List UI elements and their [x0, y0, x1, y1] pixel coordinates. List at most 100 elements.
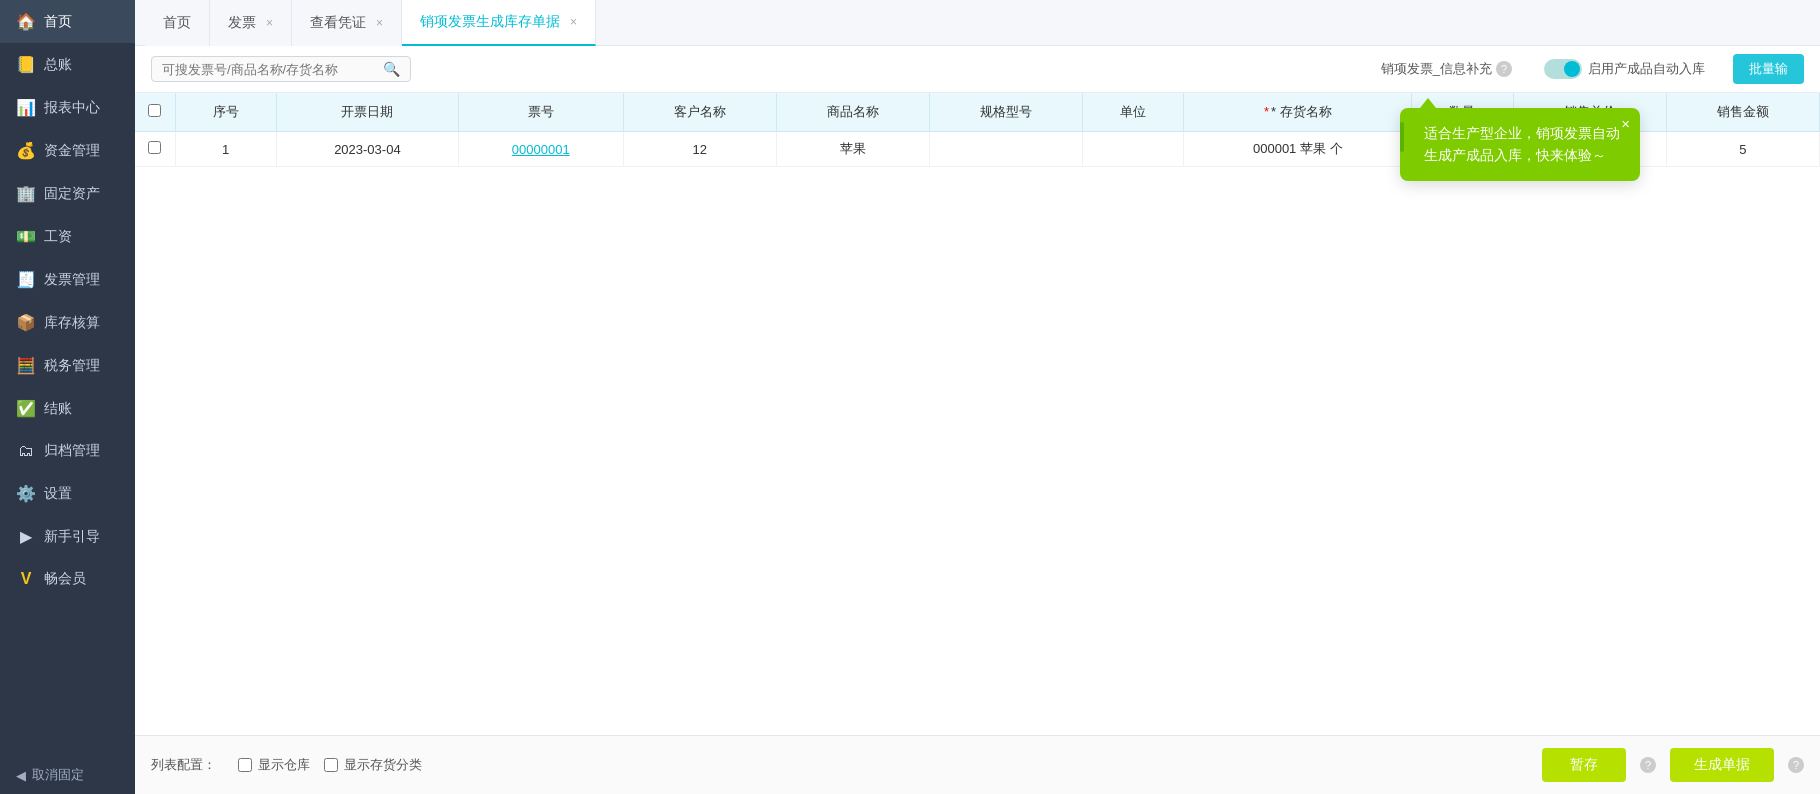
- sidebar-item-settings[interactable]: ⚙️ 设置: [0, 472, 135, 515]
- save-button[interactable]: 暂存: [1542, 748, 1626, 782]
- unpin-label: 取消固定: [32, 766, 84, 784]
- generate-help-icon[interactable]: ?: [1788, 757, 1804, 773]
- bottom-bar: 列表配置： 显示仓库 显示存货分类 暂存 ? 生成单据 ?: [135, 735, 1820, 794]
- sidebar-item-home[interactable]: 🏠 首页: [0, 0, 135, 43]
- sidebar-item-label: 发票管理: [44, 271, 100, 289]
- toolbar: 🔍 销项发票_信息补充 ? 启用产成品自动入库 批量输: [135, 46, 1820, 93]
- show-category-group[interactable]: 显示存货分类: [324, 756, 422, 774]
- info-label: 销项发票_信息补充 ?: [1381, 60, 1512, 78]
- settings-icon: ⚙️: [16, 484, 36, 503]
- search-input[interactable]: [162, 62, 377, 77]
- required-star: *: [1264, 104, 1269, 119]
- generate-button[interactable]: 生成单据: [1670, 748, 1774, 782]
- col-customer: 客户名称: [623, 93, 776, 132]
- salary-icon: 💵: [16, 227, 36, 246]
- report-icon: 📊: [16, 98, 36, 117]
- vip-icon: V: [16, 570, 36, 588]
- cell-product: 苹果: [776, 132, 929, 167]
- tab-invoice-close[interactable]: ×: [266, 16, 273, 30]
- tab-invoice[interactable]: 发票 ×: [210, 0, 292, 46]
- tooltip-text: 适合生产型企业，销项发票自动生成产成品入库，快来体验～: [1416, 122, 1624, 167]
- search-box[interactable]: 🔍: [151, 56, 411, 82]
- sidebar-item-salary[interactable]: 💵 工资: [0, 215, 135, 258]
- invoice-icon: 🧾: [16, 270, 36, 289]
- sidebar-item-guide[interactable]: ▶ 新手引导: [0, 515, 135, 558]
- show-warehouse-checkbox[interactable]: [238, 758, 252, 772]
- sidebar-item-report[interactable]: 📊 报表中心: [0, 86, 135, 129]
- main-content: 首页 发票 × 查看凭证 × 销项发票生成库存单据 × 🔍 销项发票_信息补充 …: [135, 0, 1820, 794]
- tab-stock-doc-label: 销项发票生成库存单据: [420, 13, 560, 31]
- sidebar-item-vip[interactable]: V 畅会员: [0, 558, 135, 600]
- sidebar-item-archive[interactable]: 🗂 归档管理: [0, 430, 135, 472]
- tab-stock-doc[interactable]: 销项发票生成库存单据 ×: [402, 0, 596, 46]
- sidebar-item-ledger[interactable]: 📒 总账: [0, 43, 135, 86]
- toggle-thumb: [1564, 61, 1580, 77]
- cell-date: 2023-03-04: [276, 132, 458, 167]
- table-container: 序号 开票日期 票号 客户名称 商品名称 规格型号 单位 ** 存货名称 数量 …: [135, 93, 1820, 735]
- col-spec: 规格型号: [929, 93, 1082, 132]
- sidebar-item-fund[interactable]: 💰 资金管理: [0, 129, 135, 172]
- col-seq: 序号: [175, 93, 276, 132]
- sidebar-item-label: 资金管理: [44, 142, 100, 160]
- cell-spec: [929, 132, 1082, 167]
- cell-seq: 1: [175, 132, 276, 167]
- archive-icon: 🗂: [16, 442, 36, 460]
- show-warehouse-group[interactable]: 显示仓库: [238, 756, 310, 774]
- unpin-icon: ◀: [16, 768, 26, 783]
- info-text: 销项发票_信息补充: [1381, 60, 1492, 78]
- tab-home-label: 首页: [163, 14, 191, 32]
- toggle-switch[interactable]: 启用产成品自动入库: [1544, 59, 1705, 79]
- sidebar-item-tax[interactable]: 🧮 税务管理: [0, 344, 135, 387]
- info-icon[interactable]: ?: [1496, 61, 1512, 77]
- tab-stock-doc-close[interactable]: ×: [570, 15, 577, 29]
- tooltip-popup: × 适合生产型企业，销项发票自动生成产成品入库，快来体验～: [1400, 108, 1640, 181]
- sidebar-item-label: 新手引导: [44, 528, 100, 546]
- sidebar-item-label: 设置: [44, 485, 72, 503]
- tab-voucher-close[interactable]: ×: [376, 16, 383, 30]
- col-ticket-no: 票号: [458, 93, 623, 132]
- sidebar-item-label: 首页: [44, 13, 72, 31]
- sidebar-item-label: 结账: [44, 400, 72, 418]
- sidebar: 🏠 首页 📒 总账 📊 报表中心 💰 资金管理 🏢 固定资产 💵 工资 🧾 发票…: [0, 0, 135, 794]
- tab-voucher[interactable]: 查看凭证 ×: [292, 0, 402, 46]
- unpin-button[interactable]: ◀ 取消固定: [0, 756, 135, 794]
- sidebar-item-invoice[interactable]: 🧾 发票管理: [0, 258, 135, 301]
- toggle-track[interactable]: [1544, 59, 1582, 79]
- sidebar-item-close[interactable]: ✅ 结账: [0, 387, 135, 430]
- cell-customer: 12: [623, 132, 776, 167]
- sidebar-item-label: 总账: [44, 56, 72, 74]
- sidebar-item-label: 固定资产: [44, 185, 100, 203]
- save-help-icon[interactable]: ?: [1640, 757, 1656, 773]
- search-icon: 🔍: [383, 61, 400, 77]
- tax-icon: 🧮: [16, 356, 36, 375]
- batch-input-button[interactable]: 批量输: [1733, 54, 1804, 84]
- cell-ticket-no[interactable]: 00000001: [458, 132, 623, 167]
- tab-bar: 首页 发票 × 查看凭证 × 销项发票生成库存单据 ×: [135, 0, 1820, 46]
- tooltip-bar: [1400, 122, 1404, 152]
- select-all-checkbox[interactable]: [148, 104, 161, 117]
- sidebar-item-assets[interactable]: 🏢 固定资产: [0, 172, 135, 215]
- list-config-label: 列表配置：: [151, 756, 216, 774]
- tab-voucher-label: 查看凭证: [310, 14, 366, 32]
- col-product: 商品名称: [776, 93, 929, 132]
- fund-icon: 💰: [16, 141, 36, 160]
- show-category-checkbox[interactable]: [324, 758, 338, 772]
- show-warehouse-label: 显示仓库: [258, 756, 310, 774]
- show-category-label: 显示存货分类: [344, 756, 422, 774]
- cell-unit: [1082, 132, 1183, 167]
- home-icon: 🏠: [16, 12, 36, 31]
- ledger-icon: 📒: [16, 55, 36, 74]
- sidebar-item-inventory[interactable]: 📦 库存核算: [0, 301, 135, 344]
- col-amount: 销售金额: [1666, 93, 1819, 132]
- tooltip-close-button[interactable]: ×: [1621, 116, 1630, 131]
- ticket-no-link[interactable]: 00000001: [512, 142, 570, 157]
- sidebar-item-label: 库存核算: [44, 314, 100, 332]
- col-inventory: ** 存货名称: [1184, 93, 1412, 132]
- inventory-icon: 📦: [16, 313, 36, 332]
- row-checkbox[interactable]: [148, 141, 161, 154]
- sidebar-item-label: 税务管理: [44, 357, 100, 375]
- tab-home[interactable]: 首页: [145, 0, 210, 46]
- col-unit: 单位: [1082, 93, 1183, 132]
- sidebar-item-label: 畅会员: [44, 570, 86, 588]
- sidebar-item-label: 工资: [44, 228, 72, 246]
